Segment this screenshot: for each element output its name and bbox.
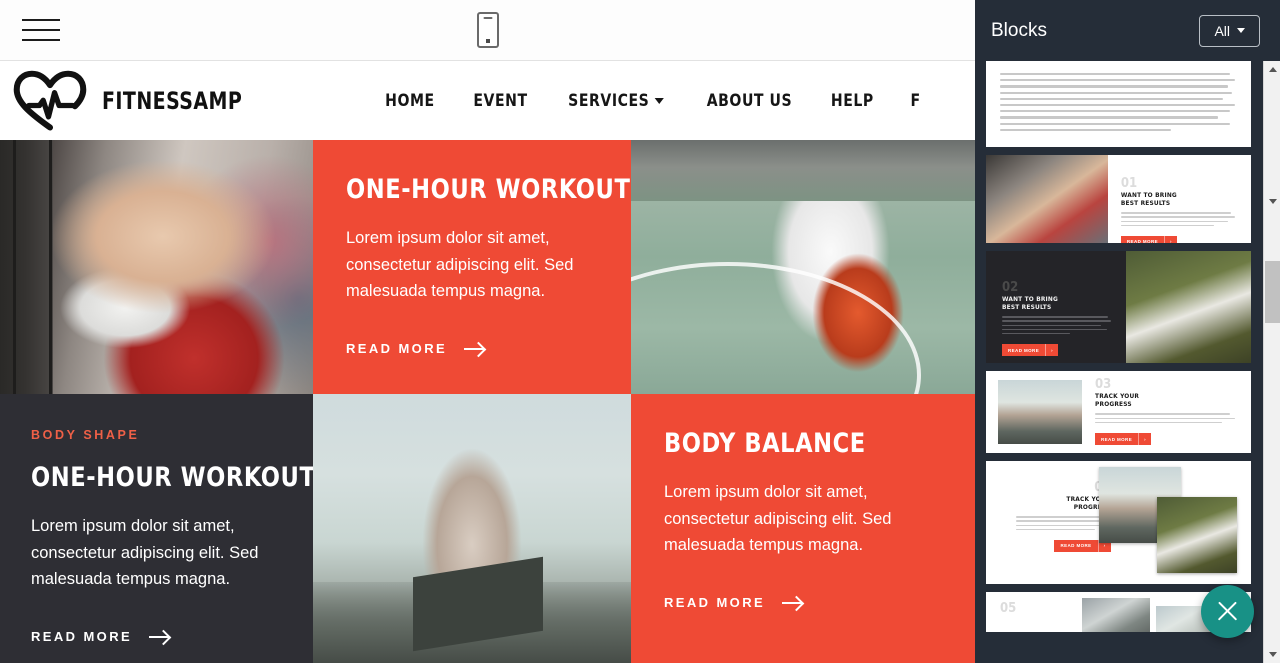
hamburger-icon[interactable] [22,15,60,45]
heart-pulse-icon [13,70,87,130]
close-panel-button[interactable] [1201,585,1254,638]
photo-cell-gym-woman[interactable] [0,140,313,394]
block-button: READ MORE › [1002,344,1059,357]
card-title: ONE-HOUR WORKOUT [346,174,631,205]
nav-label: HELP [831,90,875,111]
chevron-down-icon [655,97,665,104]
read-more-label: READ MORE [346,341,448,357]
nav-label: HOME [385,90,436,111]
nav-label: F [910,90,921,111]
block-heading: TRACK YOUR PROGRESS [1066,494,1111,511]
block-thumbnail-03[interactable]: 03 TRACK YOUR PROGRESS READ MORE › [986,370,1251,453]
block-thumb-photo [1157,496,1237,573]
scroll-up-arrow[interactable] [1264,61,1280,78]
block-number: 02 [1002,279,1019,295]
blocks-list[interactable]: 01 WANT TO BRING BEST RESULTS READ MORE › … [975,61,1262,663]
builder-toolbar [0,0,975,61]
brand-logo[interactable]: FITNESSAMP [12,70,261,132]
photo-cell-basketball[interactable] [631,140,975,394]
block-button-label: READ MORE [1008,347,1040,353]
card-body: Lorem ipsum dolor sit amet, consectetur … [31,517,259,589]
card-body: Lorem ipsum dolor sit amet, consectetur … [346,229,574,301]
rooftop-stretch-photo [313,394,631,663]
card-title: ONE-HOUR WORKOUT [31,462,313,493]
block-thumbnail-01[interactable]: 01 WANT TO BRING BEST RESULTS READ MORE › [986,154,1251,243]
card-eyebrow: BODY SHAPE [31,428,140,442]
block-number: 03 [1095,377,1112,393]
site-header: FITNESSAMP HOME EVENT SERVICES ABOUT US … [0,61,975,140]
card-one-hour-workout-top[interactable]: ONE-HOUR WORKOUT Lorem ipsum dolor sit a… [313,140,631,394]
nav-item-event[interactable]: EVENT [474,91,528,111]
nav-item-home[interactable]: HOME [386,91,436,111]
block-paragraph [1120,212,1237,227]
arrow-right-icon [464,347,485,350]
blocks-filter-label: All [1214,22,1230,39]
blocks-panel: Blocks All 01 WANT TO BRING BEST RESULTS… [975,0,1280,663]
site-nav: HOME EVENT SERVICES ABOUT US HELP F [383,91,921,111]
nav-item-help[interactable]: HELP [831,91,874,111]
photo-cell-rooftop[interactable] [313,394,631,663]
nav-item-about-us[interactable]: ABOUT US [706,91,791,111]
builder-app: FITNESSAMP HOME EVENT SERVICES ABOUT US … [0,0,1280,663]
block-button-label: READ MORE [1126,239,1158,243]
blocks-panel-scrollbar[interactable] [1263,61,1280,663]
card-title: BODY BALANCE [664,428,866,459]
block-thumb-photo [998,379,1082,444]
card-body-balance[interactable]: BODY BALANCE Lorem ipsum dolor sit amet,… [631,394,975,663]
block-thumbnail-02[interactable]: 02 WANT TO BRING BEST RESULTS READ MORE › [986,250,1251,363]
block-button: READ MORE › [1120,235,1177,243]
read-more-label: READ MORE [664,595,766,611]
card-body: Lorem ipsum dolor sit amet, consectetur … [664,483,892,555]
read-more-button[interactable]: READ MORE [664,595,942,610]
scroll-down-arrow-small[interactable] [1264,195,1280,207]
read-more-label: READ MORE [31,629,133,645]
brand-name: FITNESSAMP [102,86,243,115]
arrow-right-icon [782,601,803,604]
block-thumb-photo [1082,597,1150,632]
editor-canvas: FITNESSAMP HOME EVENT SERVICES ABOUT US … [0,0,975,663]
block-heading: WANT TO BRING BEST RESULTS [1120,190,1177,207]
mobile-device-icon[interactable] [476,12,499,48]
card-one-hour-workout-bottom[interactable]: BODY SHAPE ONE-HOUR WORKOUT Lorem ipsum … [0,394,313,663]
feature-grid: ONE-HOUR WORKOUT Lorem ipsum dolor sit a… [0,140,975,663]
block-paragraph [1002,316,1112,335]
block-paragraph [1095,413,1239,424]
nav-item-services[interactable]: SERVICES [568,90,665,111]
basketball-player-photo [631,140,975,394]
chevron-down-icon [1237,28,1245,33]
blocks-panel-title: Blocks [991,19,1047,41]
nav-label: EVENT [473,90,528,111]
nav-item-truncated[interactable]: F [910,91,920,111]
block-thumbnail-04[interactable]: 04 TRACK YOURPROGRESS READ MORE› [986,460,1251,584]
nav-label: SERVICES [568,90,650,111]
block-thumb-photo [986,154,1108,243]
block-button-label: READ MORE [1060,543,1092,549]
block-heading: TRACK YOUR PROGRESS [1095,392,1140,409]
scroll-down-arrow[interactable] [1264,646,1280,663]
gym-woman-mug-photo [0,140,313,394]
arrow-right-icon [149,635,170,638]
block-number: 01 [1120,175,1138,191]
block-thumbnail-text[interactable] [986,61,1251,147]
read-more-button[interactable]: READ MORE [31,629,280,644]
block-number: 04 [1016,481,1110,494]
block-button: READ MORE › [1095,433,1152,446]
block-thumb-photo [1126,250,1251,363]
blocks-panel-header: Blocks All [975,0,1280,61]
block-button-label: READ MORE [1101,436,1133,442]
nav-label: ABOUT US [706,90,792,111]
read-more-button[interactable]: READ MORE [346,341,598,356]
block-heading: WANT TO BRING BEST RESULTS [1002,294,1059,311]
blocks-filter-dropdown[interactable]: All [1199,14,1260,47]
block-paragraph [1016,516,1111,531]
scrollbar-thumb[interactable] [1265,261,1280,323]
